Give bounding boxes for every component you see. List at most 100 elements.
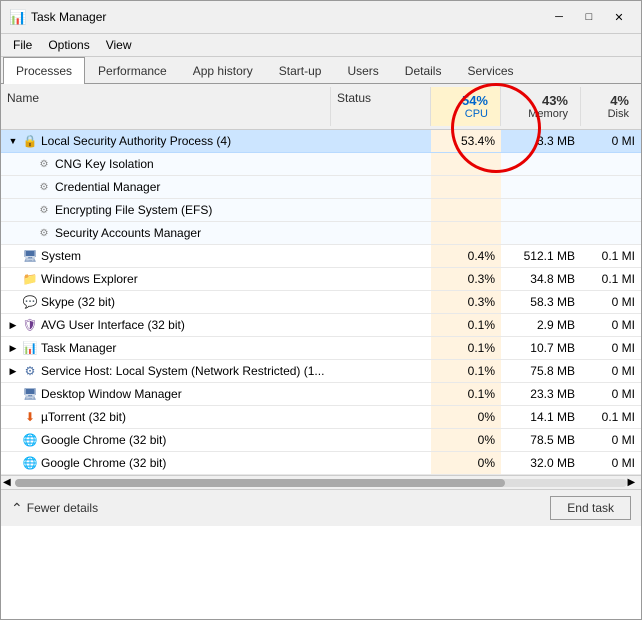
taskmgr-cpu: 0.1% [431,337,501,359]
end-task-button[interactable]: End task [550,496,631,520]
scrollbar-thumb[interactable] [15,479,505,487]
process-row-system[interactable]: ▶ 🖥 System 0.4% 512.1 MB 0.1 MI [1,245,641,268]
skype-cpu: 0.3% [431,291,501,313]
chrome2-cpu: 0% [431,452,501,474]
chrome2-name: Google Chrome (32 bit) [41,456,166,470]
credman-cpu [431,176,501,198]
system-icon: 🖥 [23,249,37,263]
process-row-skype[interactable]: ▶ 💬 Skype (32 bit) 0.3% 58.3 MB 0 MI [1,291,641,314]
chrome2-memory: 32.0 MB [501,452,581,474]
menu-file[interactable]: File [5,36,40,54]
tab-users[interactable]: Users [334,57,391,84]
taskmgr-name: Task Manager [41,341,116,355]
explorer-status [331,268,431,290]
tab-processes[interactable]: Processes [3,57,85,84]
process-row-explorer[interactable]: ▶ 📁 Windows Explorer 0.3% 34.8 MB 0.1 MI [1,268,641,291]
chrome1-cpu: 0% [431,429,501,451]
system-name: System [41,249,81,263]
sam-status [331,222,431,244]
table-header: Name Status 54% CPU 43% Memory 4% Disk [1,84,641,130]
tab-services[interactable]: Services [454,57,526,84]
fewer-details-arrow: ⌃ [11,500,23,517]
chrome2-icon: 🌐 [23,456,37,470]
scroll-right-button[interactable]: ▶ [627,477,639,488]
skype-name-cell: ▶ 💬 Skype (32 bit) [1,291,331,313]
process-row-taskmgr[interactable]: ▶ 📊 Task Manager 0.1% 10.7 MB 0 MI [1,337,641,360]
chrome1-memory: 78.5 MB [501,429,581,451]
sam-cpu [431,222,501,244]
disk-percent: 4% [610,93,629,108]
scrollbar-track[interactable] [15,479,628,487]
minimize-button[interactable]: ─ [545,7,573,27]
avg-name: AVG User Interface (32 bit) [41,318,185,332]
process-row-dwm[interactable]: ▶ 🖥 Desktop Window Manager 0.1% 23.3 MB … [1,383,641,406]
expand-arrow-svchost[interactable]: ▶ [7,365,19,377]
chrome1-status [331,429,431,451]
avg-cpu: 0.1% [431,314,501,336]
process-row-credman[interactable]: ⚙ Credential Manager [1,176,641,199]
title-bar: 📊 Task Manager ─ □ ✕ [1,1,641,34]
menu-view[interactable]: View [98,36,140,54]
tab-details[interactable]: Details [392,57,455,84]
process-row-chrome1[interactable]: ▶ 🌐 Google Chrome (32 bit) 0% 78.5 MB 0 … [1,429,641,452]
process-row-lsass[interactable]: ▼ 🔒 Local Security Authority Process (4)… [1,130,641,153]
expand-arrow-lsass[interactable]: ▼ [7,135,19,147]
tab-app-history[interactable]: App history [180,57,266,84]
lsass-memory: 3.3 MB [501,130,581,152]
avg-icon: 🛡 [23,318,37,332]
scroll-left-button[interactable]: ◀ [3,477,15,488]
explorer-name: Windows Explorer [41,272,138,286]
col-name[interactable]: Name [1,87,331,126]
dwm-disk: 0 MI [581,383,641,405]
efs-icon: ⚙ [37,203,51,217]
svchost-cpu: 0.1% [431,360,501,382]
skype-icon: 💬 [23,295,37,309]
process-row-svchost[interactable]: ▶ ⚙ Service Host: Local System (Network … [1,360,641,383]
credman-icon: ⚙ [37,180,51,194]
horizontal-scrollbar[interactable]: ◀ ▶ [1,475,641,489]
lsass-status [331,130,431,152]
avg-name-cell: ▶ 🛡 AVG User Interface (32 bit) [1,314,331,336]
fewer-details-button[interactable]: ⌃ Fewer details [11,500,98,517]
efs-name-cell: ⚙ Encrypting File System (EFS) [1,199,331,221]
col-status[interactable]: Status [331,87,431,126]
credman-disk [581,176,641,198]
taskmgr-disk: 0 MI [581,337,641,359]
maximize-button[interactable]: □ [575,7,603,27]
tab-performance[interactable]: Performance [85,57,180,84]
process-row-efs[interactable]: ⚙ Encrypting File System (EFS) [1,199,641,222]
col-cpu[interactable]: 54% CPU [431,87,501,126]
process-row-chrome2[interactable]: ▶ 🌐 Google Chrome (32 bit) 0% 32.0 MB 0 … [1,452,641,475]
tab-startup[interactable]: Start-up [266,57,335,84]
menu-options[interactable]: Options [40,36,97,54]
chrome2-disk: 0 MI [581,452,641,474]
dwm-status [331,383,431,405]
chrome2-name-cell: ▶ 🌐 Google Chrome (32 bit) [1,452,331,474]
expand-arrow-avg[interactable]: ▶ [7,319,19,331]
col-disk[interactable]: 4% Disk [581,87,641,126]
taskmgr-memory: 10.7 MB [501,337,581,359]
process-row-avg[interactable]: ▶ 🛡 AVG User Interface (32 bit) 0.1% 2.9… [1,314,641,337]
close-button[interactable]: ✕ [605,7,633,27]
fewer-details-label: Fewer details [27,501,98,515]
lsass-disk: 0 MI [581,130,641,152]
cng-name-cell: ⚙ CNG Key Isolation [1,153,331,175]
expand-arrow-taskmgr[interactable]: ▶ [7,342,19,354]
credman-status [331,176,431,198]
process-list: ▼ 🔒 Local Security Authority Process (4)… [1,130,641,475]
lsass-icon: 🔒 [23,134,37,148]
lsass-name: Local Security Authority Process (4) [41,134,231,148]
system-memory: 512.1 MB [501,245,581,267]
svchost-name: Service Host: Local System (Network Rest… [41,364,324,378]
chrome2-status [331,452,431,474]
process-row-sam[interactable]: ⚙ Security Accounts Manager [1,222,641,245]
col-memory[interactable]: 43% Memory [501,87,581,126]
process-row-cng[interactable]: ⚙ CNG Key Isolation [1,153,641,176]
lsass-cpu: 53.4% [431,130,501,152]
dwm-memory: 23.3 MB [501,383,581,405]
chrome1-name-cell: ▶ 🌐 Google Chrome (32 bit) [1,429,331,451]
cpu-label: CPU [465,108,488,120]
explorer-memory: 34.8 MB [501,268,581,290]
cng-disk [581,153,641,175]
process-row-utorrent[interactable]: ▶ ⬇ µTorrent (32 bit) 0% 14.1 MB 0.1 MI [1,406,641,429]
